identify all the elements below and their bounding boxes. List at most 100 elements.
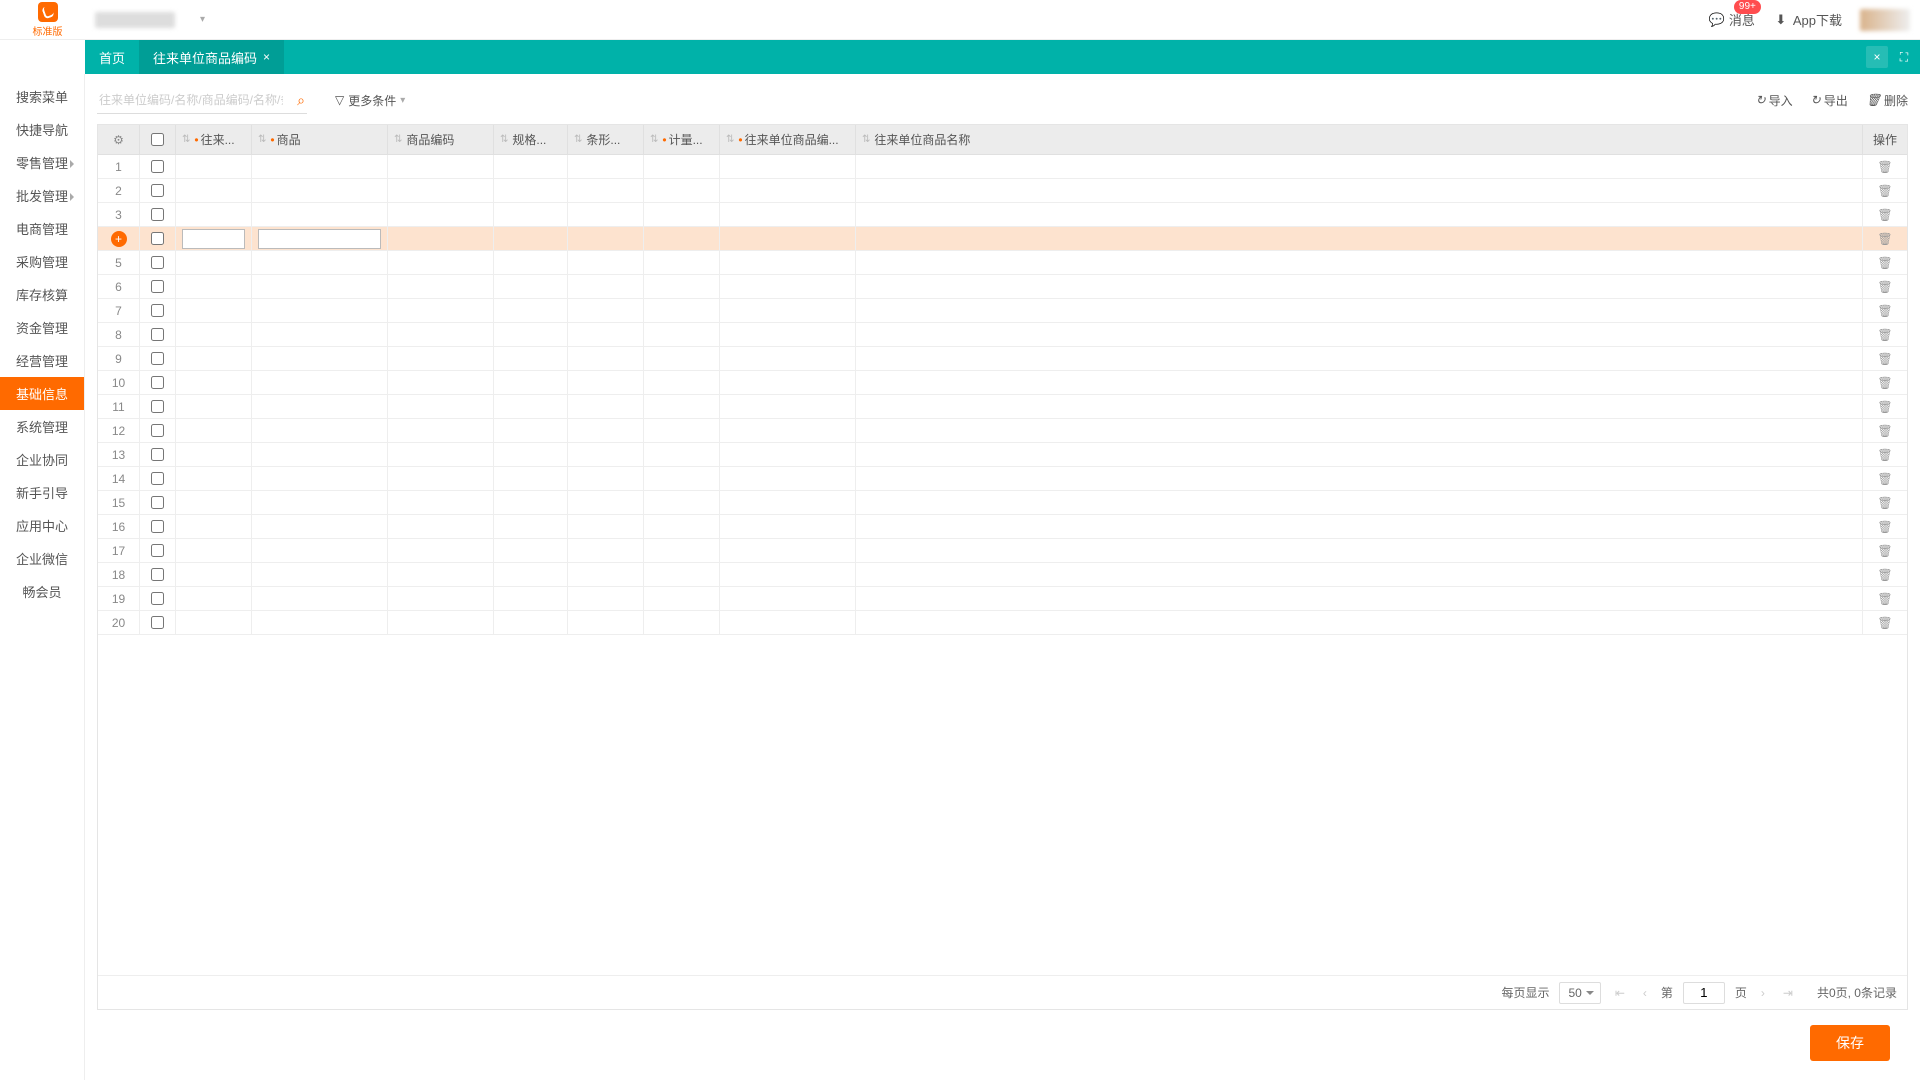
cell-product-code[interactable] <box>388 587 494 610</box>
cell-product-code[interactable] <box>388 491 494 514</box>
cell-product[interactable] <box>252 371 388 394</box>
cell-barcode[interactable] <box>568 611 644 634</box>
cell-product-code[interactable] <box>388 515 494 538</box>
cell-partner-code[interactable] <box>720 563 856 586</box>
page-next-icon[interactable]: › <box>1757 986 1769 1000</box>
cell-product-code[interactable] <box>388 467 494 490</box>
cell-product[interactable] <box>252 419 388 442</box>
cell-product[interactable] <box>252 611 388 634</box>
cell-partner[interactable] <box>176 347 252 370</box>
cell-partner-code[interactable] <box>720 275 856 298</box>
col-select-all[interactable] <box>140 125 176 154</box>
add-row-icon[interactable]: + <box>111 231 127 247</box>
delete-button[interactable]: 🗑删除 <box>1866 92 1908 109</box>
cell-product-code[interactable] <box>388 395 494 418</box>
cell-unit[interactable] <box>644 395 720 418</box>
page-prev-icon[interactable]: ‹ <box>1639 986 1651 1000</box>
row-checkbox[interactable] <box>151 400 164 413</box>
cell-spec[interactable] <box>494 395 568 418</box>
cell-product[interactable] <box>252 155 388 178</box>
cell-partner-name[interactable] <box>856 443 1863 466</box>
cell-partner-name[interactable] <box>856 563 1863 586</box>
row-delete[interactable]: 🗑 <box>1863 611 1907 634</box>
table-row[interactable]: 18🗑 <box>98 563 1907 587</box>
tab-partner-codes[interactable]: 往来单位商品编码 × <box>139 40 284 74</box>
cell-partner[interactable] <box>176 323 252 346</box>
cell-spec[interactable] <box>494 587 568 610</box>
table-row[interactable]: 11🗑 <box>98 395 1907 419</box>
cell-product[interactable] <box>252 539 388 562</box>
sidebar-item-1[interactable]: 快捷导航 <box>0 113 84 146</box>
row-select[interactable] <box>140 299 176 322</box>
org-selector[interactable]: ▾ <box>95 12 205 28</box>
row-delete[interactable]: 🗑 <box>1863 347 1907 370</box>
row-select[interactable] <box>140 179 176 202</box>
sidebar-item-11[interactable]: 企业协同 <box>0 443 84 476</box>
cell-spec[interactable] <box>494 251 568 274</box>
cell-partner-name[interactable] <box>856 251 1863 274</box>
cell-partner-name[interactable] <box>856 539 1863 562</box>
cell-partner-code[interactable] <box>720 515 856 538</box>
row-checkbox[interactable] <box>151 160 164 173</box>
row-checkbox[interactable] <box>151 376 164 389</box>
sidebar-item-3[interactable]: 批发管理 <box>0 179 84 212</box>
sidebar-item-14[interactable]: 企业微信 <box>0 542 84 575</box>
cell-unit[interactable] <box>644 563 720 586</box>
cell-partner-name[interactable] <box>856 371 1863 394</box>
cell-spec[interactable] <box>494 323 568 346</box>
more-conditions-button[interactable]: ▽ 更多条件 ▾ <box>335 92 405 109</box>
row-delete[interactable]: 🗑 <box>1863 299 1907 322</box>
cell-partner[interactable] <box>176 611 252 634</box>
cell-spec[interactable] <box>494 275 568 298</box>
cell-unit[interactable] <box>644 203 720 226</box>
row-select[interactable] <box>140 155 176 178</box>
cell-barcode[interactable] <box>568 419 644 442</box>
cell-partner-code[interactable] <box>720 539 856 562</box>
cell-partner-code[interactable] <box>720 203 856 226</box>
sidebar-item-6[interactable]: 库存核算 <box>0 278 84 311</box>
row-select[interactable] <box>140 443 176 466</box>
cell-editor[interactable] <box>258 229 381 249</box>
cell-barcode[interactable] <box>568 323 644 346</box>
cell-spec[interactable] <box>494 203 568 226</box>
cell-partner-code[interactable] <box>720 419 856 442</box>
search-icon[interactable]: ⌕ <box>297 92 305 109</box>
cell-barcode[interactable] <box>568 563 644 586</box>
cell-partner[interactable] <box>176 299 252 322</box>
sidebar-item-5[interactable]: 采购管理 <box>0 245 84 278</box>
cell-product-code[interactable] <box>388 611 494 634</box>
row-checkbox[interactable] <box>151 184 164 197</box>
col-spec[interactable]: 规格... <box>494 125 568 154</box>
cell-product-code[interactable] <box>388 371 494 394</box>
row-select[interactable] <box>140 467 176 490</box>
row-select[interactable] <box>140 539 176 562</box>
cell-product[interactable] <box>252 443 388 466</box>
cell-product[interactable] <box>252 395 388 418</box>
cell-barcode[interactable] <box>568 515 644 538</box>
sidebar-item-12[interactable]: 新手引导 <box>0 476 84 509</box>
cell-partner-code[interactable] <box>720 179 856 202</box>
row-select[interactable] <box>140 275 176 298</box>
cell-partner-code[interactable] <box>720 155 856 178</box>
row-checkbox[interactable] <box>151 256 164 269</box>
cell-product-code[interactable] <box>388 323 494 346</box>
cell-spec[interactable] <box>494 227 568 250</box>
cell-product[interactable] <box>252 587 388 610</box>
cell-spec[interactable] <box>494 467 568 490</box>
table-row[interactable]: 6🗑 <box>98 275 1907 299</box>
cell-barcode[interactable] <box>568 587 644 610</box>
cell-barcode[interactable] <box>568 347 644 370</box>
cell-unit[interactable] <box>644 347 720 370</box>
cell-partner-name[interactable] <box>856 275 1863 298</box>
cell-partner-code[interactable] <box>720 371 856 394</box>
cell-partner-code[interactable] <box>720 251 856 274</box>
cell-spec[interactable] <box>494 179 568 202</box>
cell-partner[interactable] <box>176 155 252 178</box>
table-row[interactable]: 19🗑 <box>98 587 1907 611</box>
table-row[interactable]: +🗑 <box>98 227 1907 251</box>
cell-partner-name[interactable] <box>856 515 1863 538</box>
row-checkbox[interactable] <box>151 208 164 221</box>
cell-partner[interactable] <box>176 467 252 490</box>
cell-partner[interactable] <box>176 539 252 562</box>
row-select[interactable] <box>140 587 176 610</box>
